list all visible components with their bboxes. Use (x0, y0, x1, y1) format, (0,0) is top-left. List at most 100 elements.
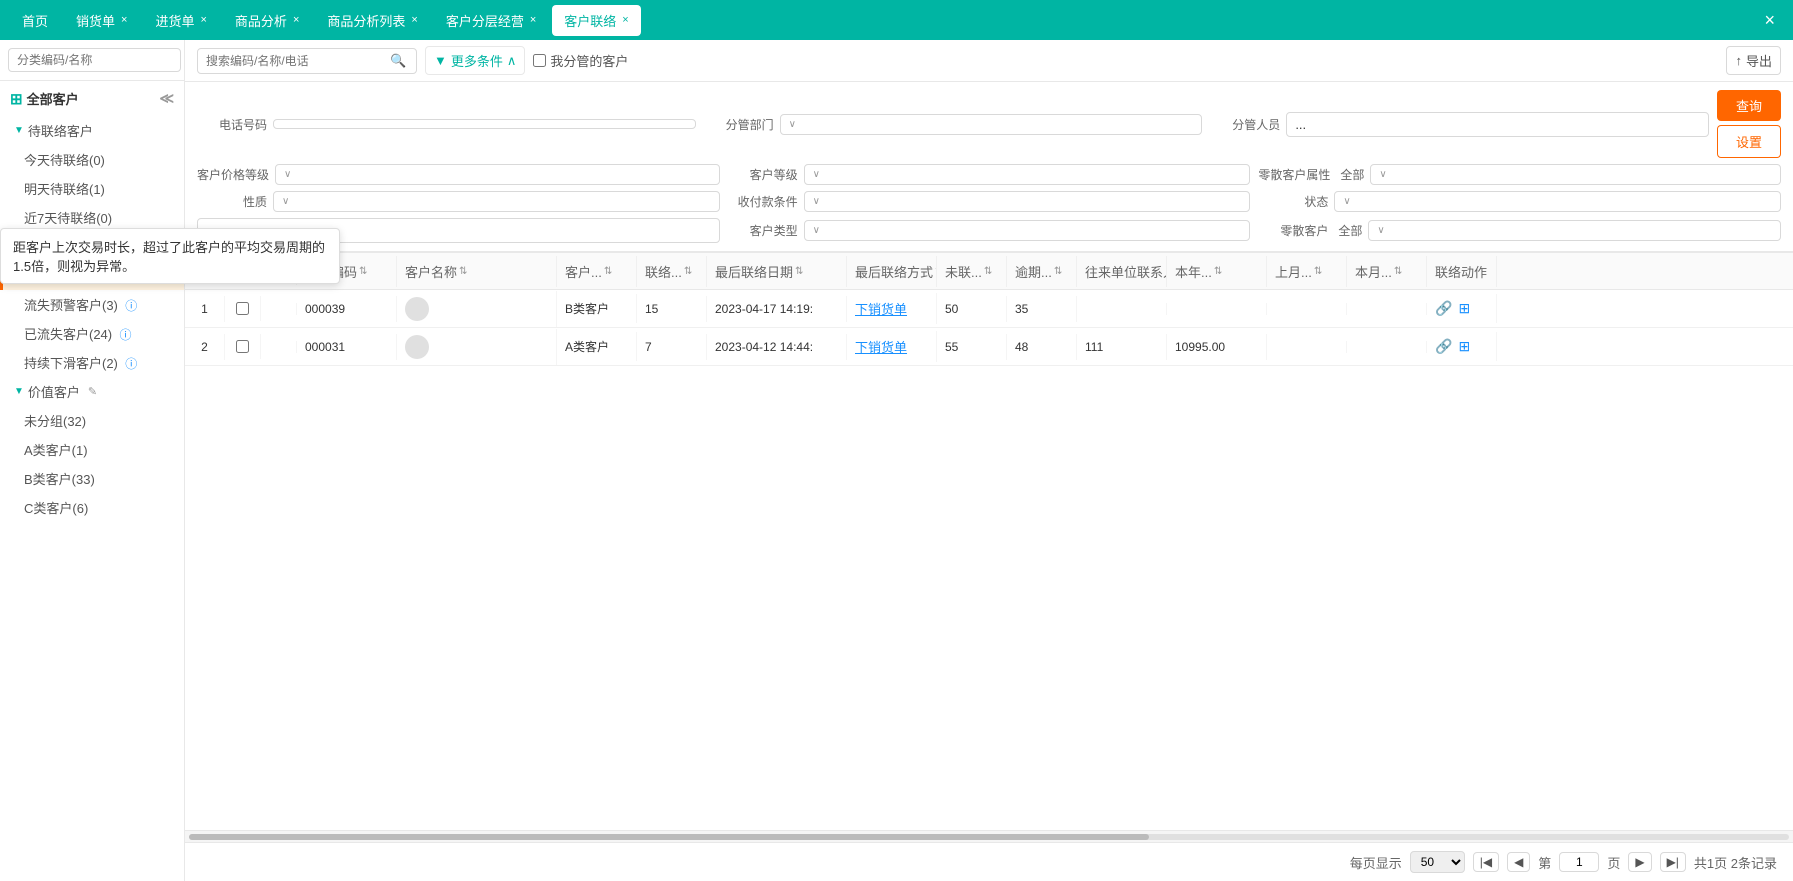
sidebar-item-churned[interactable]: 已流失客户(24) ⓘ (0, 319, 184, 348)
customer-type-label: 客户类型 (728, 222, 798, 239)
cell-num-2: 2 (185, 334, 225, 360)
col-header-unit-contact[interactable]: 往来单位联系人 ⇅ (1077, 256, 1167, 287)
sidebar-search-input[interactable] (8, 48, 181, 72)
col-header-name[interactable]: 客户名称 ⇅ (397, 256, 557, 287)
per-page-select[interactable]: 50 20 100 (1410, 851, 1465, 873)
search-input-container[interactable]: 🔍 (197, 48, 417, 74)
close-all-button[interactable]: × (1756, 10, 1783, 31)
sidebar-item-ungroup[interactable]: 未分组(32) (0, 406, 184, 435)
retail-customer-select[interactable]: ∨ (1368, 220, 1781, 241)
close-product-analysis-icon[interactable]: × (293, 14, 299, 26)
sidebar-all-customers[interactable]: ⊞ 全部客户 ≪ (0, 81, 184, 116)
filter-customer-level: 客户等级 ∨ (728, 164, 1251, 185)
retail-customer-arrow: ∨ (1377, 225, 1384, 236)
total-label: 共1页 2条记录 (1694, 853, 1777, 872)
filter-row-2: 客户价格等级 ∨ 客户等级 ∨ 零散客户属性 全部 ∨ (197, 164, 1781, 185)
sidebar-collapse-icon[interactable]: ≪ (159, 90, 174, 107)
value-group-edit-icon[interactable]: ✎ (88, 385, 97, 398)
link-action-icon-2[interactable]: 🔗 (1435, 338, 1452, 355)
settings-button[interactable]: 设置 (1717, 125, 1781, 158)
sidebar-item-today[interactable]: 今天待联络(0) (0, 145, 184, 174)
export-button[interactable]: ↑ 导出 (1726, 46, 1781, 75)
close-purchase-order-icon[interactable]: × (200, 14, 206, 26)
link-action-icon-1[interactable]: 🔗 (1435, 300, 1452, 317)
col-header-this-year[interactable]: 本年... ⇅ (1167, 256, 1267, 287)
cell-this-month-2 (1347, 341, 1427, 353)
sidebar-item-declining[interactable]: 持续下滑客户(2) ⓘ (0, 348, 184, 377)
cell-checkbox-2[interactable] (225, 334, 261, 359)
close-customer-contact-icon[interactable]: × (622, 14, 628, 26)
next-page-button[interactable]: ▶ (1628, 852, 1651, 872)
sidebar-item-b-class[interactable]: B类客户(33) (0, 464, 184, 493)
nature-select[interactable]: ∨ (273, 191, 720, 212)
payment-select[interactable]: ∨ (804, 191, 1251, 212)
more-conditions-button[interactable]: ▼ 更多条件 ∧ (425, 46, 525, 75)
col-header-uncontact[interactable]: 未联... ⇅ (937, 256, 1007, 287)
cell-last-method-2[interactable]: 下销货单 (847, 331, 937, 362)
last-method-link-1[interactable]: 下销货单 (855, 299, 907, 318)
nav-sales-order[interactable]: 销货单 × (64, 5, 139, 36)
cell-last-date-2: 2023-04-12 14:44: (707, 334, 847, 360)
sidebar-group-value[interactable]: ▼ 价值客户 ✎ (0, 377, 184, 406)
dept-select[interactable]: ∨ (780, 114, 1203, 135)
row-checkbox-2[interactable] (236, 340, 249, 353)
nav-product-analysis[interactable]: 商品分析 × (223, 5, 311, 36)
filter-status: 状态 ∨ (1258, 191, 1781, 212)
manager-select[interactable]: ... (1286, 112, 1709, 137)
close-customer-segmentation-icon[interactable]: × (530, 14, 536, 26)
cell-contact-1: 15 (637, 296, 707, 322)
nav-home[interactable]: 首页 (10, 5, 60, 36)
page-input[interactable] (1559, 852, 1599, 872)
phone-input[interactable] (273, 119, 696, 129)
prev-page-button[interactable]: ◀ (1507, 852, 1530, 872)
sidebar-item-a-class[interactable]: A类客户(1) (0, 435, 184, 464)
row-checkbox-1[interactable] (236, 302, 249, 315)
col-header-last-month[interactable]: 上月... ⇅ (1267, 256, 1347, 287)
grid-action-icon-1[interactable]: ⊞ (1458, 300, 1470, 317)
col-header-overdue[interactable]: 逾期... ⇅ (1007, 256, 1077, 287)
close-sales-order-icon[interactable]: × (121, 14, 127, 26)
nav-customer-contact[interactable]: 客户联络 × (552, 5, 640, 36)
filter-manager: 分管人员 ... (1210, 112, 1709, 137)
status-label: 状态 (1258, 193, 1328, 210)
customer-level-select[interactable]: ∨ (804, 164, 1251, 185)
nav-purchase-order[interactable]: 进货单 × (143, 5, 218, 36)
sidebar-item-tomorrow[interactable]: 明天待联络(1) (0, 174, 184, 203)
filter-icon: ▼ (434, 53, 447, 68)
col-header-this-month[interactable]: 本月... ⇅ (1347, 256, 1427, 287)
status-select[interactable]: ∨ (1334, 191, 1781, 212)
query-button[interactable]: 查询 (1717, 90, 1781, 121)
last-method-link-2[interactable]: 下销货单 (855, 337, 907, 356)
action-icons-2: 🔗 ⊞ (1435, 338, 1470, 355)
export-icon: ↑ (1735, 53, 1742, 68)
first-page-button[interactable]: |◀ (1473, 852, 1499, 872)
cell-overdue-1: 35 (1007, 296, 1077, 322)
col-header-type[interactable]: 客户... ⇅ (557, 256, 637, 287)
customer-type-select[interactable]: ∨ (804, 220, 1251, 241)
retail-attr-select[interactable]: ∨ (1370, 164, 1781, 185)
sidebar-item-c-class[interactable]: C类客户(6) (0, 493, 184, 522)
cell-checkbox-1[interactable] (225, 296, 261, 321)
col-header-last-date[interactable]: 最后联络日期 ⇅ (707, 256, 847, 287)
scroll-track[interactable] (189, 834, 1789, 840)
my-customers-checkbox[interactable]: 我分管的客户 (533, 51, 628, 70)
cell-last-method-1[interactable]: 下销货单 (847, 293, 937, 324)
col-header-contact[interactable]: 联络... ⇅ (637, 256, 707, 287)
col-header-last-method[interactable]: 最后联络方式 ⇅ (847, 256, 937, 287)
price-level-select[interactable]: ∨ (275, 164, 720, 185)
grid-action-icon-2[interactable]: ⊞ (1458, 338, 1470, 355)
col-header-action[interactable]: 联络动作 (1427, 256, 1497, 287)
my-customers-check[interactable] (533, 54, 546, 67)
nav-product-analysis-list[interactable]: 商品分析列表 × (315, 5, 429, 36)
sort-this-year-icon: ⇅ (1214, 266, 1222, 277)
search-icon[interactable]: 🔍 (390, 53, 406, 69)
cell-type-1: B类客户 (557, 294, 637, 323)
sidebar-group-pending[interactable]: ▼ 待联络客户 (0, 116, 184, 145)
close-product-analysis-list-icon[interactable]: × (411, 14, 417, 26)
last-page-button[interactable]: ▶| (1660, 852, 1686, 872)
scroll-thumb[interactable] (189, 834, 1149, 840)
nav-customer-segmentation[interactable]: 客户分层经营 × (434, 5, 548, 36)
sidebar-item-churn-warning[interactable]: 流失预警客户(3) ⓘ (0, 290, 184, 319)
search-input[interactable] (206, 54, 386, 68)
horizontal-scrollbar[interactable] (185, 830, 1793, 842)
